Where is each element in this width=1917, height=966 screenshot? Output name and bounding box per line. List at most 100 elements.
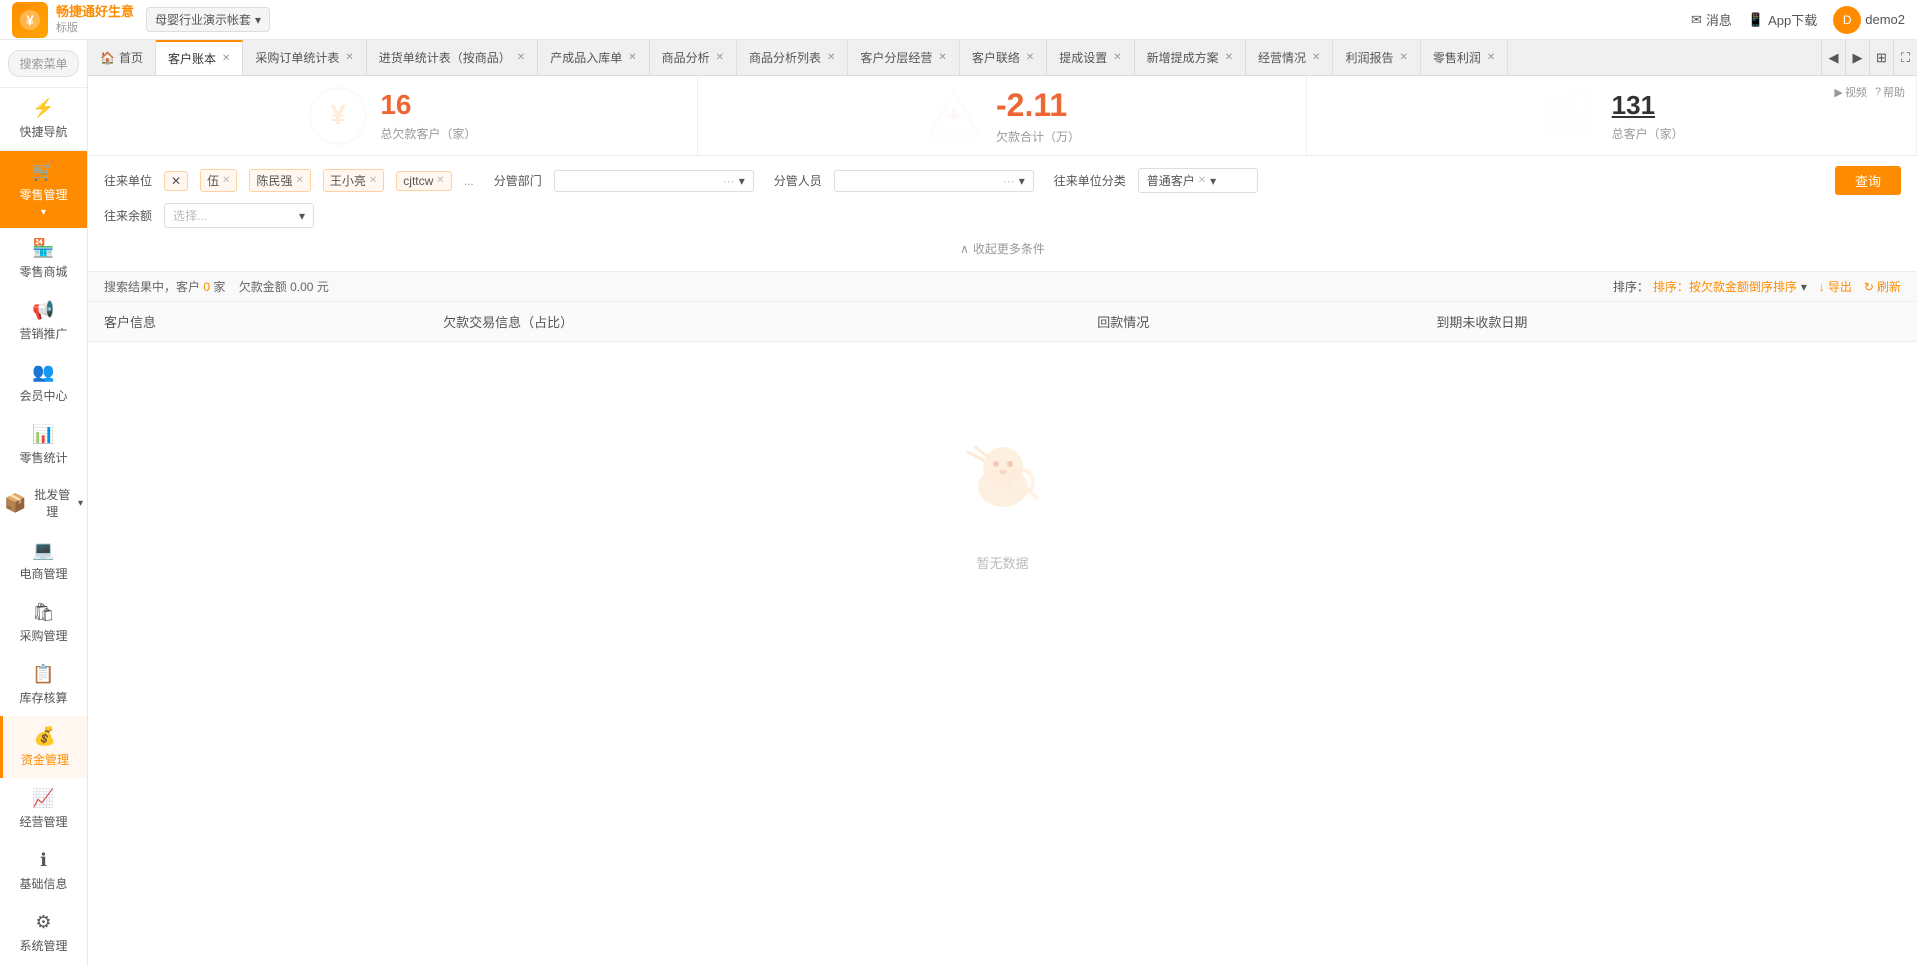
app-download-label: App下载 (1768, 10, 1817, 29)
tab-retail-profit-close[interactable]: ✕ (1487, 52, 1495, 63)
stat-actions: ▶ 视频 ? 帮助 (1834, 84, 1905, 100)
tab-bonus-plan-close[interactable]: ✕ (1225, 52, 1233, 63)
search-menu-input[interactable]: 搜索菜单 (8, 50, 79, 77)
tab-nav-fullscreen[interactable]: ⛶ (1893, 40, 1917, 76)
person-filter-label: 分管人员 (774, 172, 822, 189)
sidebar-item-marketing[interactable]: 📢 营销推广 (0, 290, 87, 352)
sidebar-item-purchase[interactable]: 🛍 采购管理 (0, 592, 87, 654)
tab-retail-profit[interactable]: 零售利润 ✕ (1421, 40, 1508, 76)
unit-type-select[interactable]: 普通客户 ✕ ▾ (1138, 168, 1258, 193)
unit-type-tag-normal[interactable]: 普通客户 ✕ (1147, 172, 1206, 189)
filter-row-1: 往来单位 ✕ 伍 ✕ 陈民强 ✕ 王小亮 (104, 166, 1901, 195)
data-table: 客户信息 欠款交易信息（占比） 回款情况 到期未收款日期 (88, 302, 1917, 342)
col-due-date: 到期未收款日期 (1420, 302, 1917, 342)
logo-area: ¥ 畅捷通好生意 标版 (12, 2, 134, 38)
tab-product-analysis-close[interactable]: ✕ (716, 52, 724, 63)
stat1-bg-icon: ¥ (308, 86, 368, 146)
filter-tag-chen[interactable]: 陈民强 ✕ (249, 169, 310, 192)
tab-reminder-settings[interactable]: 提成设置 ✕ (1047, 40, 1134, 76)
tab-production-label: 产成品入库单 (550, 49, 622, 66)
tag-wu-close[interactable]: ✕ (222, 175, 230, 186)
sidebar-item-retail-mgmt[interactable]: 🛒 零售管理 ▾ (0, 151, 87, 228)
tab-inventory-close[interactable]: ✕ (517, 52, 525, 63)
query-button[interactable]: 查询 (1835, 166, 1901, 195)
tab-purchase-order-stats[interactable]: 采购订单统计表 ✕ (243, 40, 366, 76)
logo-text: 畅捷通好生意 标版 (56, 4, 134, 35)
tab-nav-prev[interactable]: ◀ (1821, 40, 1845, 76)
tab-profit-report-close[interactable]: ✕ (1399, 52, 1407, 63)
tab-product-list-close[interactable]: ✕ (827, 52, 835, 63)
collapse-btn[interactable]: ∧ 收起更多条件 (960, 240, 1045, 257)
user-menu-btn[interactable]: D demo2 (1833, 6, 1905, 34)
tab-operations-close[interactable]: ✕ (1312, 52, 1320, 63)
tab-purchase-order-close[interactable]: ✕ (345, 52, 353, 63)
filter-more-tags[interactable]: ... (464, 174, 474, 188)
tab-customer-tier[interactable]: 客户分层经营 ✕ (848, 40, 959, 76)
tag-wang-close[interactable]: ✕ (369, 175, 377, 186)
tab-operations[interactable]: 经营情况 ✕ (1246, 40, 1333, 76)
tab-profit-report[interactable]: 利润报告 ✕ (1333, 40, 1420, 76)
amount-unit-label: 元 (317, 280, 329, 294)
sort-value-label: 排序：按欠款金额倒序排序 (1653, 278, 1797, 295)
account-dropdown[interactable]: 母婴行业演示帐套 ▾ (146, 7, 270, 32)
sidebar-item-operations[interactable]: 📈 经营管理 (0, 778, 87, 840)
tab-production-close[interactable]: ✕ (628, 52, 636, 63)
tag-cjttcw-close[interactable]: ✕ (436, 175, 444, 186)
sidebar-item-member[interactable]: 👥 会员中心 (0, 352, 87, 414)
sidebar-item-retail-stats[interactable]: 📊 零售统计 (0, 414, 87, 476)
video-btn[interactable]: ▶ 视频 (1834, 84, 1866, 100)
tab-nav-next[interactable]: ▶ (1845, 40, 1869, 76)
tab-production-inbound[interactable]: 产成品入库单 ✕ (538, 40, 649, 76)
quick-nav-label: 快捷导航 (19, 123, 67, 140)
tab-operations-label: 经营情况 (1258, 49, 1306, 66)
sidebar-item-retail-mall[interactable]: 🏪 零售商城 (0, 228, 87, 290)
sidebar-item-system[interactable]: ⚙ 系统管理 (0, 902, 87, 964)
refresh-label: 刷新 (1877, 278, 1901, 295)
tab-reminder-close[interactable]: ✕ (1113, 52, 1121, 63)
app-download-btn[interactable]: 📱 App下载 (1748, 10, 1817, 29)
filter-tag-all[interactable]: ✕ (164, 171, 188, 191)
tab-customer-tier-close[interactable]: ✕ (938, 52, 946, 63)
filter-tag-cjttcw[interactable]: cjttcw ✕ (396, 171, 451, 191)
stat3-value[interactable]: 131 (1612, 90, 1684, 121)
balance-select[interactable]: 选择... ▾ (164, 203, 314, 228)
tab-home[interactable]: 🏠 首页 (88, 40, 156, 76)
tab-customer-contact[interactable]: 客户联络 ✕ (960, 40, 1047, 76)
col-customer-info: 客户信息 (88, 302, 427, 342)
operations-icon: 📈 (32, 788, 54, 809)
filter-tag-wang[interactable]: 王小亮 ✕ (323, 169, 384, 192)
balance-filter-label: 往来余额 (104, 207, 152, 224)
sidebar-item-quick-nav[interactable]: ⚡ 快捷导航 (0, 88, 87, 150)
tab-customer-accounts[interactable]: 客户账本 ✕ (156, 40, 243, 76)
collapse-area: ∧ 收起更多条件 (104, 236, 1901, 261)
messages-btn[interactable]: ✉ 消息 (1691, 10, 1732, 29)
retail-stats-icon: 📊 (32, 424, 54, 445)
sidebar-item-finance[interactable]: 💰 资金管理 (0, 716, 87, 778)
sidebar: 搜索菜单 ⚡ 快捷导航 🛒 零售管理 ▾ 🏪 零售商城 📢 营销推广 (0, 40, 88, 966)
tab-add-bonus-plan[interactable]: 新增提成方案 ✕ (1135, 40, 1246, 76)
unit-type-tag-close[interactable]: ✕ (1198, 175, 1206, 186)
tab-customer-accounts-close[interactable]: ✕ (222, 53, 230, 64)
export-btn[interactable]: ↓ 导出 (1819, 278, 1852, 295)
filter-tag-wu[interactable]: 伍 ✕ (200, 169, 237, 192)
export-icon: ↓ (1819, 280, 1825, 294)
tab-customer-contact-close[interactable]: ✕ (1026, 52, 1034, 63)
sidebar-item-wholesale[interactable]: 📦 批发管理 ▾ (0, 476, 87, 530)
sidebar-item-basic-info[interactable]: ℹ 基础信息 (0, 840, 87, 902)
refresh-btn[interactable]: ↻ 刷新 (1864, 278, 1901, 295)
sidebar-item-inventory[interactable]: 📋 库存核算 (0, 654, 87, 716)
tag-chen-close[interactable]: ✕ (296, 175, 304, 186)
tab-reminder-label: 提成设置 (1059, 49, 1107, 66)
tab-product-analysis-list[interactable]: 商品分析列表 ✕ (737, 40, 848, 76)
tab-retail-profit-label: 零售利润 (1433, 49, 1481, 66)
tab-nav-expand[interactable]: ⊞ (1869, 40, 1893, 76)
dept-select[interactable]: ··· ▾ (554, 170, 754, 192)
tab-inventory-stats[interactable]: 进货单统计表（按商品） ✕ (367, 40, 538, 76)
empty-icon (953, 422, 1053, 541)
sidebar-item-ecommerce[interactable]: 💻 电商管理 (0, 530, 87, 592)
tab-product-analysis[interactable]: 商品分析 ✕ (650, 40, 737, 76)
basic-info-icon: ℹ (40, 850, 47, 871)
person-select[interactable]: ··· ▾ (834, 170, 1034, 192)
sort-button[interactable]: 排序： 排序：按欠款金额倒序排序 ▾ (1613, 278, 1807, 295)
help-btn[interactable]: ? 帮助 (1875, 84, 1905, 100)
